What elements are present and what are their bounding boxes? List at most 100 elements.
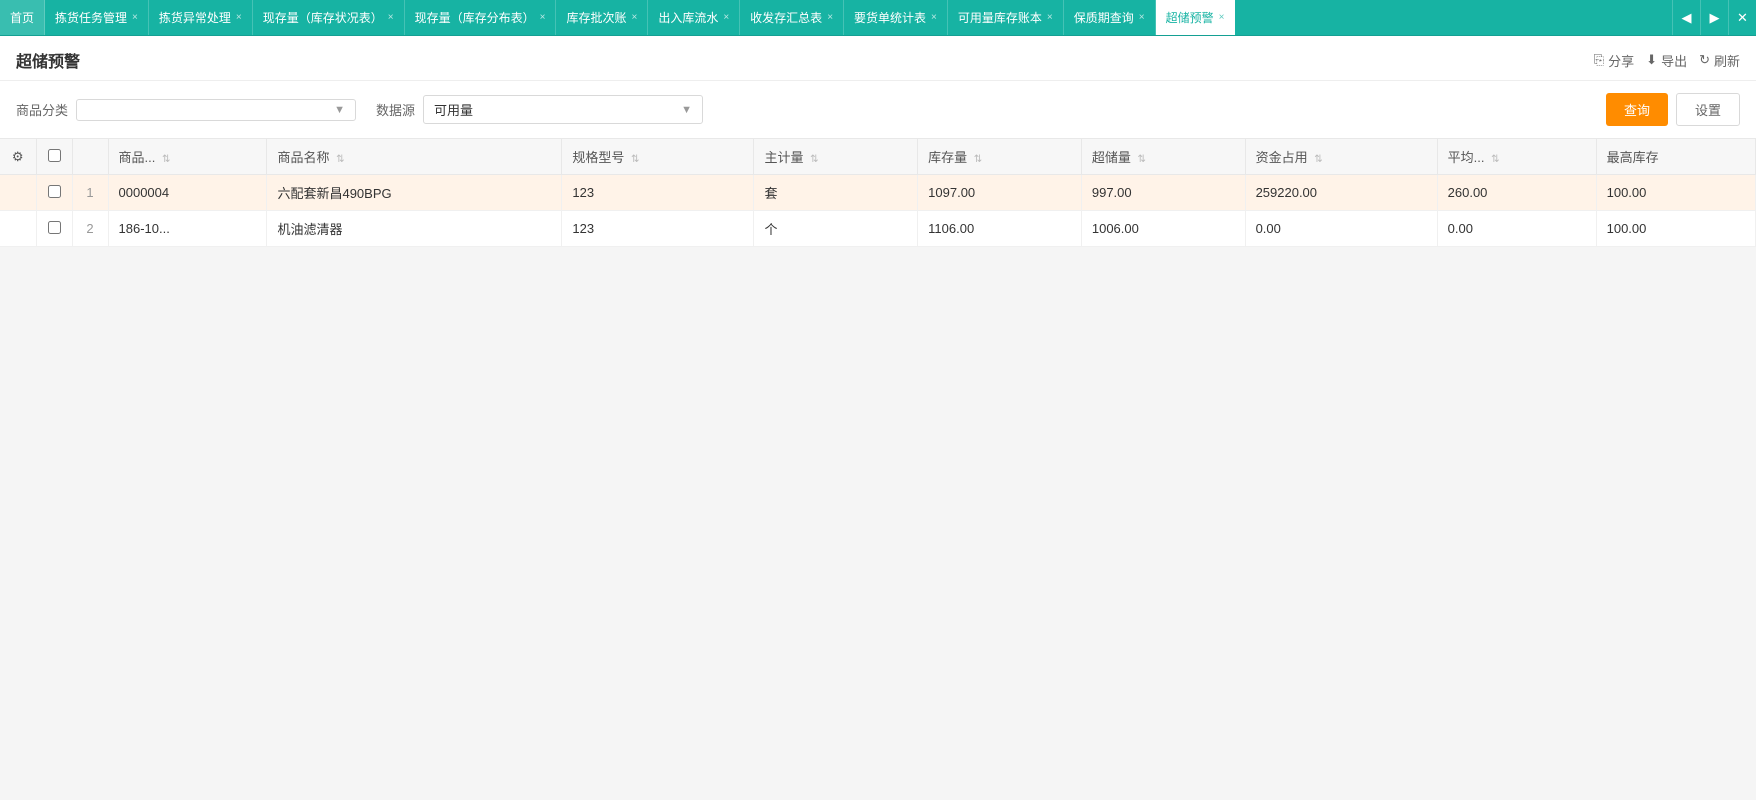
- unit-cell: 个: [754, 211, 918, 247]
- inventory-col-header[interactable]: 库存量 ⇅: [918, 139, 1082, 175]
- inventory-cell: 1106.00: [918, 211, 1082, 247]
- row-num-cell: 1: [72, 175, 108, 211]
- share-icon: ⎘: [1594, 52, 1604, 68]
- product-name-cell: 六配套新昌490BPG: [267, 175, 562, 211]
- sort-icon: ⇅: [1491, 154, 1499, 165]
- check-col-header[interactable]: [36, 139, 72, 175]
- sort-icon: ⇅: [974, 154, 982, 165]
- page-header: 超储预警 ⎘ 分享 ⬇ 导出 ↻ 刷新: [0, 36, 1756, 81]
- export-button[interactable]: ⬇ 导出: [1646, 51, 1687, 70]
- product-code-col-header[interactable]: 商品... ⇅: [108, 139, 267, 175]
- overstock-cell: 1006.00: [1081, 211, 1245, 247]
- close-icon[interactable]: ×: [1219, 12, 1225, 23]
- category-select[interactable]: ▼: [76, 99, 356, 121]
- spec-col-header[interactable]: 规格型号 ⇅: [562, 139, 754, 175]
- max-stock-cell: 100.00: [1596, 211, 1755, 247]
- export-icon: ⬇: [1646, 52, 1657, 68]
- nav-arrow-right[interactable]: ▶: [1700, 0, 1728, 36]
- nav-tab-exception-proc[interactable]: 拣货异常处理 ×: [149, 0, 253, 36]
- datasource-select[interactable]: 可用量 ▼: [423, 95, 703, 124]
- category-filter: 商品分类 ▼: [16, 99, 356, 121]
- nav-tab-quality-check[interactable]: 保质期查询 ×: [1064, 0, 1156, 36]
- data-table: ⚙ 商品... ⇅ 商品名称 ⇅ 规格型号: [0, 138, 1756, 247]
- filter-actions: 查询 设置: [1606, 93, 1740, 126]
- sort-icon: ⇅: [631, 154, 639, 165]
- row-check-cell[interactable]: [36, 175, 72, 211]
- row-gear-cell: [0, 211, 36, 247]
- close-icon[interactable]: ×: [236, 12, 242, 23]
- spec-cell: 123: [562, 211, 754, 247]
- sort-icon: ⇅: [336, 154, 344, 165]
- row-checkbox[interactable]: [48, 185, 61, 198]
- max-stock-col-header[interactable]: 最高库存: [1596, 139, 1755, 175]
- close-icon[interactable]: ×: [827, 12, 833, 23]
- nav-tab-home[interactable]: 首页: [0, 0, 45, 36]
- close-icon[interactable]: ×: [1047, 12, 1053, 23]
- close-icon[interactable]: ×: [723, 12, 729, 23]
- product-name-col-header[interactable]: 商品名称 ⇅: [267, 139, 562, 175]
- nav-tab-task-mgmt[interactable]: 拣货任务管理 ×: [45, 0, 149, 36]
- avg-cell: 260.00: [1437, 175, 1596, 211]
- table-body: 1 0000004 六配套新昌490BPG 123 套 1097.00 997.…: [0, 175, 1756, 247]
- row-checkbox[interactable]: [48, 221, 61, 234]
- page-title: 超储预警: [16, 48, 80, 72]
- row-num-cell: 2: [72, 211, 108, 247]
- nav-tab-order-stat[interactable]: 要货单统计表 ×: [844, 0, 948, 36]
- chevron-down-icon: ▼: [334, 104, 345, 116]
- query-button[interactable]: 查询: [1606, 93, 1668, 126]
- table-row: 1 0000004 六配套新昌490BPG 123 套 1097.00 997.…: [0, 175, 1756, 211]
- nav-arrow-left[interactable]: ◀: [1672, 0, 1700, 36]
- nav-tab-inventory-status[interactable]: 现存量（库存状况表） ×: [253, 0, 405, 36]
- table-header-row: ⚙ 商品... ⇅ 商品名称 ⇅ 规格型号: [0, 139, 1756, 175]
- nav-tab-recv-send[interactable]: 收发存汇总表 ×: [740, 0, 844, 36]
- header-actions: ⎘ 分享 ⬇ 导出 ↻ 刷新: [1594, 51, 1740, 70]
- nav-tab-inventory-dist[interactable]: 现存量（库存分布表） ×: [405, 0, 557, 36]
- top-nav: 首页 拣货任务管理 × 拣货异常处理 × 现存量（库存状况表） × 现存量（库存…: [0, 0, 1756, 36]
- datasource-label: 数据源: [376, 100, 415, 119]
- avg-col-header[interactable]: 平均... ⇅: [1437, 139, 1596, 175]
- page-container: 超储预警 ⎘ 分享 ⬇ 导出 ↻ 刷新 商品分类 ▼ 数据源: [0, 36, 1756, 247]
- nav-tab-inout-flow[interactable]: 出入库流水 ×: [648, 0, 740, 36]
- nav-tab-available-ledger[interactable]: 可用量库存账本 ×: [948, 0, 1064, 36]
- product-code-cell: 186-10...: [108, 211, 267, 247]
- datasource-value: 可用量: [434, 100, 473, 119]
- product-code-cell: 0000004: [108, 175, 267, 211]
- filter-bar: 商品分类 ▼ 数据源 可用量 ▼ 查询 设置: [0, 81, 1756, 138]
- share-button[interactable]: ⎘ 分享: [1594, 51, 1634, 70]
- sort-icon: ⇅: [162, 154, 170, 165]
- gear-col-header[interactable]: ⚙: [0, 139, 36, 175]
- overstock-cell: 997.00: [1081, 175, 1245, 211]
- close-icon[interactable]: ×: [540, 12, 546, 23]
- settings-button[interactable]: 设置: [1676, 93, 1740, 126]
- refresh-icon: ↻: [1699, 52, 1710, 68]
- close-icon[interactable]: ×: [931, 12, 937, 23]
- table-container: ⚙ 商品... ⇅ 商品名称 ⇅ 规格型号: [0, 138, 1756, 247]
- sort-icon: ⇅: [1138, 154, 1146, 165]
- capital-cell: 0.00: [1245, 211, 1437, 247]
- close-icon[interactable]: ×: [388, 12, 394, 23]
- chevron-down-icon: ▼: [681, 104, 692, 116]
- select-all-checkbox[interactable]: [48, 149, 61, 162]
- max-stock-cell: 100.00: [1596, 175, 1755, 211]
- gear-icon: ⚙: [12, 149, 24, 164]
- row-check-cell[interactable]: [36, 211, 72, 247]
- close-icon[interactable]: ×: [132, 12, 138, 23]
- capital-col-header[interactable]: 资金占用 ⇅: [1245, 139, 1437, 175]
- avg-cell: 0.00: [1437, 211, 1596, 247]
- inventory-cell: 1097.00: [918, 175, 1082, 211]
- refresh-button[interactable]: ↻ 刷新: [1699, 51, 1740, 70]
- nav-arrow-close[interactable]: ✕: [1728, 0, 1756, 36]
- table-row: 2 186-10... 机油滤清器 123 个 1106.00 1006.00 …: [0, 211, 1756, 247]
- overstock-col-header[interactable]: 超储量 ⇅: [1081, 139, 1245, 175]
- close-icon[interactable]: ×: [631, 12, 637, 23]
- sort-icon: ⇅: [1314, 154, 1322, 165]
- nav-tab-batch-ledger[interactable]: 库存批次账 ×: [556, 0, 648, 36]
- nav-tab-over-storage[interactable]: 超储预警 ×: [1156, 0, 1236, 36]
- rownum-col-header: [72, 139, 108, 175]
- product-name-cell: 机油滤清器: [267, 211, 562, 247]
- close-icon[interactable]: ×: [1139, 12, 1145, 23]
- unit-cell: 套: [754, 175, 918, 211]
- datasource-filter: 数据源 可用量 ▼: [376, 95, 703, 124]
- category-label: 商品分类: [16, 100, 68, 119]
- unit-col-header[interactable]: 主计量 ⇅: [754, 139, 918, 175]
